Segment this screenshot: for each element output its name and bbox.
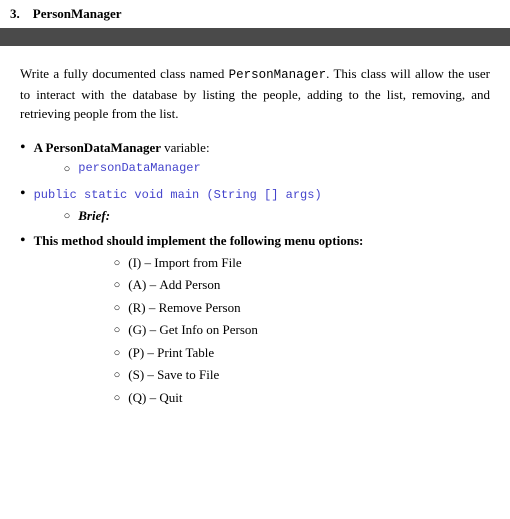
page-title: PersonManager (33, 6, 122, 21)
deep-sub-text-R: (R) – Remove Person (128, 298, 240, 318)
sub-bullet-1-1: ○ (64, 161, 71, 178)
content-area: Write a fully documented class named Per… (0, 48, 510, 430)
deep-sub-bullet-I: ○ (114, 255, 121, 272)
bullet-content-1: A PersonDataManager variable: ○ personDa… (34, 138, 490, 180)
intro-text-before: Write a fully documented class named (20, 66, 229, 81)
bullet-item-3: • This method should implement the follo… (20, 231, 490, 410)
intro-paragraph: Write a fully documented class named Per… (20, 64, 490, 124)
intro-classname: PersonManager (229, 68, 327, 82)
section-header: 3. PersonManager (0, 0, 510, 26)
section-number: 3. (10, 6, 20, 21)
deep-sub-item-A: ○ (A) – Add Person (114, 275, 490, 295)
main-bullet-list: • A PersonDataManager variable: ○ person… (20, 138, 490, 411)
bullet1-label-bold: A PersonDataManager variable: (34, 140, 210, 155)
bullet-content-3: This method should implement the followi… (34, 231, 490, 410)
deep-sub-bullet-G: ○ (114, 322, 121, 339)
bullet-item-1: • A PersonDataManager variable: ○ person… (20, 138, 490, 180)
deep-sub-bullet-R: ○ (114, 300, 121, 317)
sub-item-1-1-text: personDataManager (78, 159, 200, 177)
bullet-dot-3: • (20, 231, 26, 250)
sub-list-2: ○ Brief: (64, 206, 490, 226)
deep-sub-text-P: (P) – Print Table (128, 343, 214, 363)
deep-sub-item-G: ○ (G) – Get Info on Person (114, 320, 490, 340)
sub-item-2-1-text: Brief: (78, 206, 110, 226)
bullet-content-2: public static void main (String [] args)… (34, 184, 490, 228)
page-container: 3. PersonManager Write a fully documente… (0, 0, 510, 519)
bullet-dot-2: • (20, 184, 26, 203)
deep-sub-bullet-A: ○ (114, 277, 121, 294)
bullet-item-2: • public static void main (String [] arg… (20, 184, 490, 228)
deep-sub-text-S: (S) – Save to File (128, 365, 219, 385)
deep-sub-item-Q: ○ (Q) – Quit (114, 388, 490, 408)
dark-bar (0, 28, 510, 46)
bullet-dot-1: • (20, 138, 26, 157)
deep-sub-bullet-Q: ○ (114, 390, 121, 407)
sub-item-2-1: ○ Brief: (64, 206, 490, 226)
deep-sub-item-P: ○ (P) – Print Table (114, 343, 490, 363)
deep-sub-item-S: ○ (S) – Save to File (114, 365, 490, 385)
deep-sub-item-R: ○ (R) – Remove Person (114, 298, 490, 318)
bullet2-label-code: public static void main (String [] args) (34, 188, 322, 202)
sub-item-1-1: ○ personDataManager (64, 159, 490, 178)
deep-sub-text-Q: (Q) – Quit (128, 388, 182, 408)
deep-sub-bullet-S: ○ (114, 367, 121, 384)
deep-sub-item-I: ○ (I) – Import from File (114, 253, 490, 273)
sub-list-1: ○ personDataManager (64, 159, 490, 178)
deep-sub-bullet-P: ○ (114, 345, 121, 362)
deep-sub-text-I: (I) – Import from File (128, 253, 241, 273)
sub-bullet-2-1: ○ (64, 208, 71, 225)
deep-sub-list: ○ (I) – Import from File ○ (A) – Add Per… (114, 253, 490, 408)
bullet3-label: This method should implement the followi… (34, 233, 364, 248)
deep-sub-text-G: (G) – Get Info on Person (128, 320, 258, 340)
deep-sub-text-A: (A) – Add Person (128, 275, 220, 295)
